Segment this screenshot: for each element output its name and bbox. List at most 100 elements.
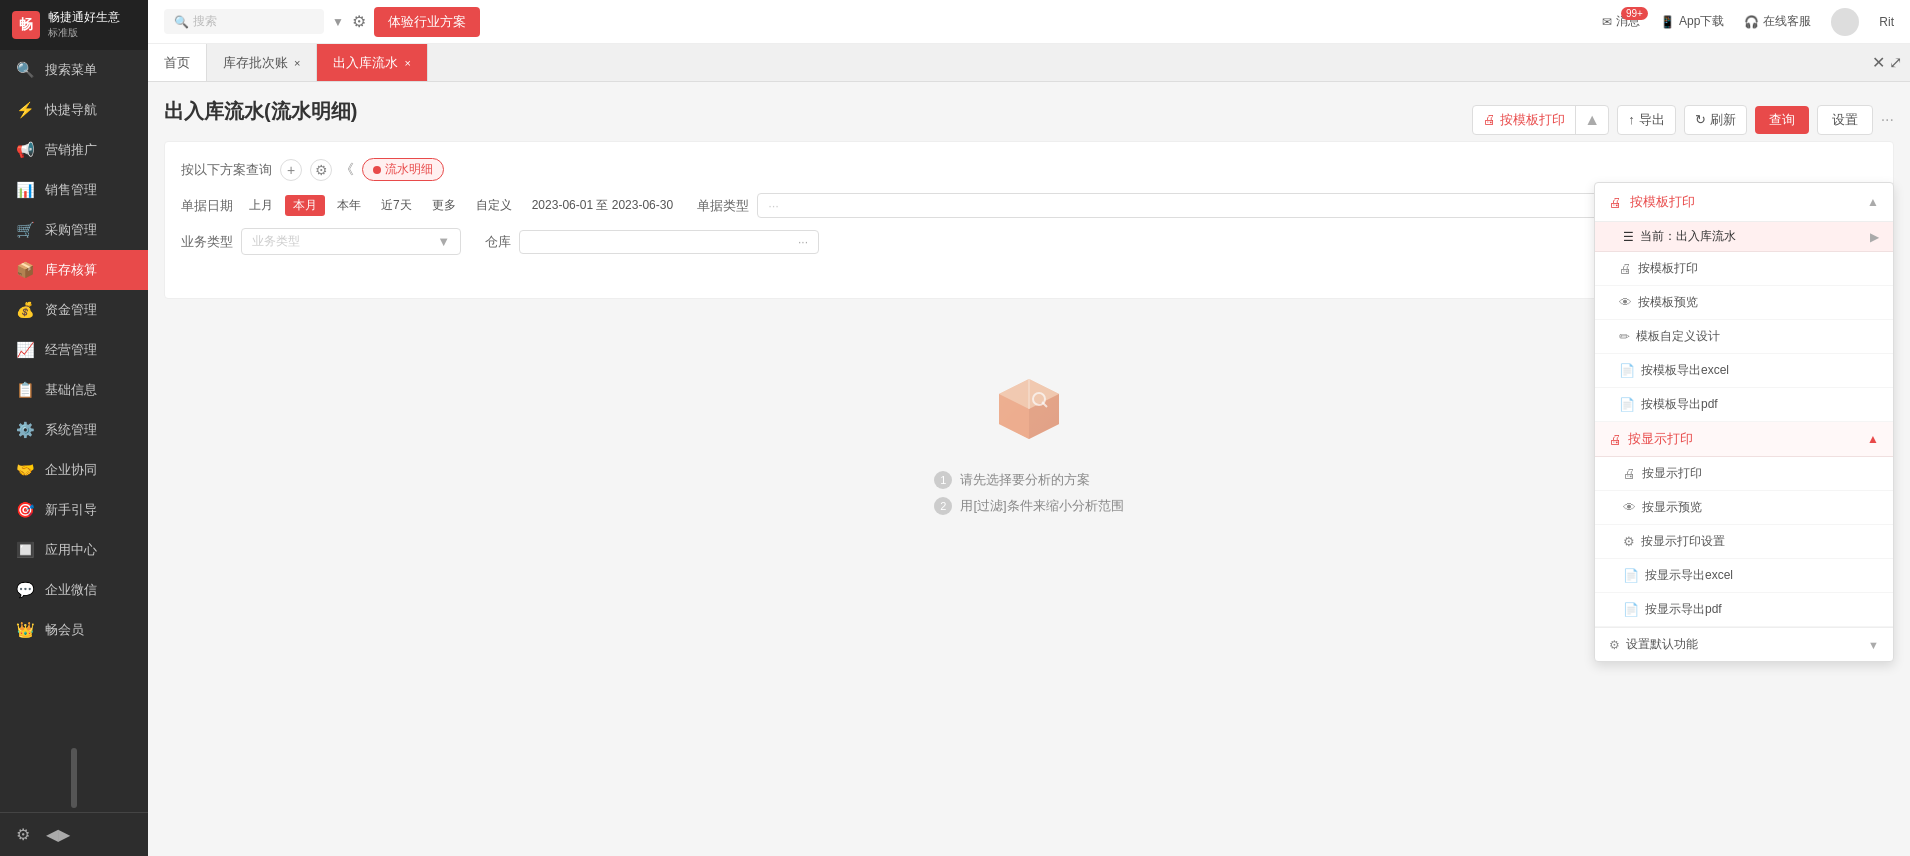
dropdown-header-arrow: ▲: [1867, 195, 1879, 209]
sidebar-item-basic[interactable]: 📋 基础信息: [0, 370, 148, 410]
dropdown-template-print[interactable]: 🖨 按模板打印: [1595, 252, 1893, 286]
dropdown-display-pdf[interactable]: 📄 按显示导出pdf: [1595, 593, 1893, 627]
sidebar-item-appcenter[interactable]: 🔲 应用中心: [0, 530, 148, 570]
biz-type-select[interactable]: 业务类型 ▼: [241, 228, 461, 255]
marketing-icon: 📢: [16, 141, 35, 159]
query-btn[interactable]: 查询: [1755, 106, 1809, 134]
display-pdf-icon: 📄: [1623, 602, 1639, 617]
template-design-icon: ✏: [1619, 329, 1630, 344]
biz-type-arrow: ▼: [437, 234, 450, 249]
app-edition: 标准版: [48, 26, 120, 40]
date-opt-custom[interactable]: 自定义: [468, 195, 520, 216]
sidebar: 畅 畅捷通好生意 标准版 🔍 搜索菜单 ⚡ 快捷导航 📢 营销推广 📊 销售管理…: [0, 0, 148, 856]
date-filter-field: 单据日期 上月 本月 本年 近7天 更多 自定义 2023-06-01 至 20…: [181, 195, 673, 216]
sidebar-item-search[interactable]: 🔍 搜索菜单: [0, 50, 148, 90]
close-tab-inventory[interactable]: ×: [294, 57, 300, 69]
headset-icon: 🎧: [1744, 15, 1759, 29]
appcenter-icon: 🔲: [16, 541, 35, 559]
date-opt-more[interactable]: 更多: [424, 195, 464, 216]
sidebar-item-collab[interactable]: 🤝 企业协同: [0, 450, 148, 490]
dropdown-display-section[interactable]: 🖨 按显示打印 ▲: [1595, 422, 1893, 457]
settings-btn[interactable]: 设置: [1817, 105, 1873, 135]
username-label: Rit: [1879, 15, 1894, 29]
sales-icon: 📊: [16, 181, 35, 199]
current-icon: ☰: [1623, 230, 1634, 244]
refresh-btn[interactable]: ↻ 刷新: [1684, 105, 1747, 135]
tab-inventory-batch[interactable]: 库存批次账 ×: [207, 44, 317, 81]
refresh-icon: ↻: [1695, 112, 1706, 127]
warehouse-select[interactable]: ···: [519, 230, 819, 254]
print-btn-group: 🖨 按模板打印 ▲: [1472, 105, 1609, 135]
sidebar-item-purchase[interactable]: 🛒 采购管理: [0, 210, 148, 250]
app-download-btn[interactable]: 📱 App下载: [1660, 13, 1724, 30]
collab-icon: 🤝: [16, 461, 35, 479]
date-options: 上月 本月 本年 近7天 更多 自定义: [241, 195, 520, 216]
template-print-btn[interactable]: 🖨 按模板打印: [1473, 106, 1576, 134]
dropdown-template-excel[interactable]: 📄 按模板导出excel: [1595, 354, 1893, 388]
collapse-sidebar-icon[interactable]: ◀▶: [46, 825, 70, 844]
dropdown-display-preview[interactable]: 👁 按显示预览: [1595, 491, 1893, 525]
date-opt-7days[interactable]: 近7天: [373, 195, 420, 216]
sidebar-item-quicknav[interactable]: ⚡ 快捷导航: [0, 90, 148, 130]
filter-tag[interactable]: 流水明细: [362, 158, 444, 181]
wechat-icon: 💬: [16, 581, 35, 599]
dropdown-display-settings[interactable]: ⚙ 按显示打印设置: [1595, 525, 1893, 559]
dropdown-display-excel[interactable]: 📄 按显示导出excel: [1595, 559, 1893, 593]
warehouse-more-icon: ···: [798, 235, 808, 249]
search-icon: 🔍: [16, 61, 35, 79]
sidebar-item-finance[interactable]: 💰 资金管理: [0, 290, 148, 330]
online-service-btn[interactable]: 🎧 在线客服: [1744, 13, 1811, 30]
close-tab-inout[interactable]: ×: [404, 57, 410, 69]
date-opt-this-month[interactable]: 本月: [285, 195, 325, 216]
topbar-dropdown-arrow[interactable]: ▼: [332, 15, 344, 29]
date-opt-last-month[interactable]: 上月: [241, 195, 281, 216]
display-preview-icon: 👁: [1623, 500, 1636, 515]
sidebar-item-sales[interactable]: 📊 销售管理: [0, 170, 148, 210]
tab-home[interactable]: 首页: [148, 44, 207, 81]
sidebar-item-marketing[interactable]: 📢 营销推广: [0, 130, 148, 170]
date-opt-this-year[interactable]: 本年: [329, 195, 369, 216]
filter-tag-dot: [373, 166, 381, 174]
close-all-tabs-icon[interactable]: ✕: [1872, 53, 1885, 72]
print-dropdown-arrow[interactable]: ▲: [1576, 106, 1608, 134]
dropdown-display-print[interactable]: 🖨 按显示打印: [1595, 457, 1893, 491]
more-options-icon[interactable]: ···: [1881, 111, 1894, 129]
dropdown-template-preview[interactable]: 👁 按模板预览: [1595, 286, 1893, 320]
sidebar-item-wechat[interactable]: 💬 企业微信: [0, 570, 148, 610]
empty-hints: 1 请先选择要分析的方案 2 用[过滤]条件来缩小分析范围: [934, 471, 1123, 515]
sidebar-item-guide[interactable]: 🎯 新手引导: [0, 490, 148, 530]
user-avatar[interactable]: [1831, 8, 1859, 36]
dropdown-default-settings[interactable]: ⚙ 设置默认功能 ▼: [1595, 627, 1893, 661]
filter-add-btn[interactable]: +: [280, 159, 302, 181]
date-label: 单据日期: [181, 197, 233, 215]
message-icon: ✉: [1602, 15, 1612, 29]
topbar-search[interactable]: 🔍 搜索: [164, 9, 324, 34]
export-icon: ↑: [1628, 112, 1635, 127]
sidebar-item-member[interactable]: 👑 畅会员: [0, 610, 148, 650]
settings-gear-icon[interactable]: ⚙: [16, 825, 30, 844]
page-title: 出入库流水(流水明细): [164, 98, 357, 125]
dropdown-template-pdf[interactable]: 📄 按模板导出pdf: [1595, 388, 1893, 422]
filter-collapse-btn[interactable]: 《: [340, 161, 354, 179]
maximize-icon[interactable]: ⤢: [1889, 53, 1902, 72]
tab-inout-flow[interactable]: 出入库流水 ×: [317, 44, 427, 81]
filter-setting-btn[interactable]: ⚙: [310, 159, 332, 181]
dropdown-template-design[interactable]: ✏ 模板自定义设计: [1595, 320, 1893, 354]
quicknav-icon: ⚡: [16, 101, 35, 119]
topbar-right: ✉ 消息 99+ 📱 App下载 🎧 在线客服 Rit: [1602, 8, 1894, 36]
trial-btn[interactable]: 体验行业方案: [374, 7, 480, 37]
operation-icon: 📈: [16, 341, 35, 359]
dropdown-template-header[interactable]: 🖨 按模板打印 ▲: [1595, 183, 1893, 222]
sidebar-item-inventory[interactable]: 📦 库存核算: [0, 250, 148, 290]
sidebar-item-system[interactable]: ⚙️ 系统管理: [0, 410, 148, 450]
hint-1: 1 请先选择要分析的方案: [934, 471, 1123, 489]
export-btn[interactable]: ↑ 导出: [1617, 105, 1676, 135]
message-btn[interactable]: ✉ 消息 99+: [1602, 13, 1640, 30]
default-settings-icon: ⚙: [1609, 638, 1620, 652]
print-dropdown-panel: 🖨 按模板打印 ▲ ☰ 当前：出入库流水 ▶ 🖨 按模板打印 👁 按模板预览 ✏: [1594, 182, 1894, 662]
empty-state-icon: [979, 359, 1079, 459]
topbar-gear-icon[interactable]: ⚙: [352, 12, 366, 31]
current-template-indicator[interactable]: ☰ 当前：出入库流水 ▶: [1595, 222, 1893, 252]
logo-icon: 畅: [12, 11, 40, 39]
sidebar-item-operation[interactable]: 📈 经营管理: [0, 330, 148, 370]
